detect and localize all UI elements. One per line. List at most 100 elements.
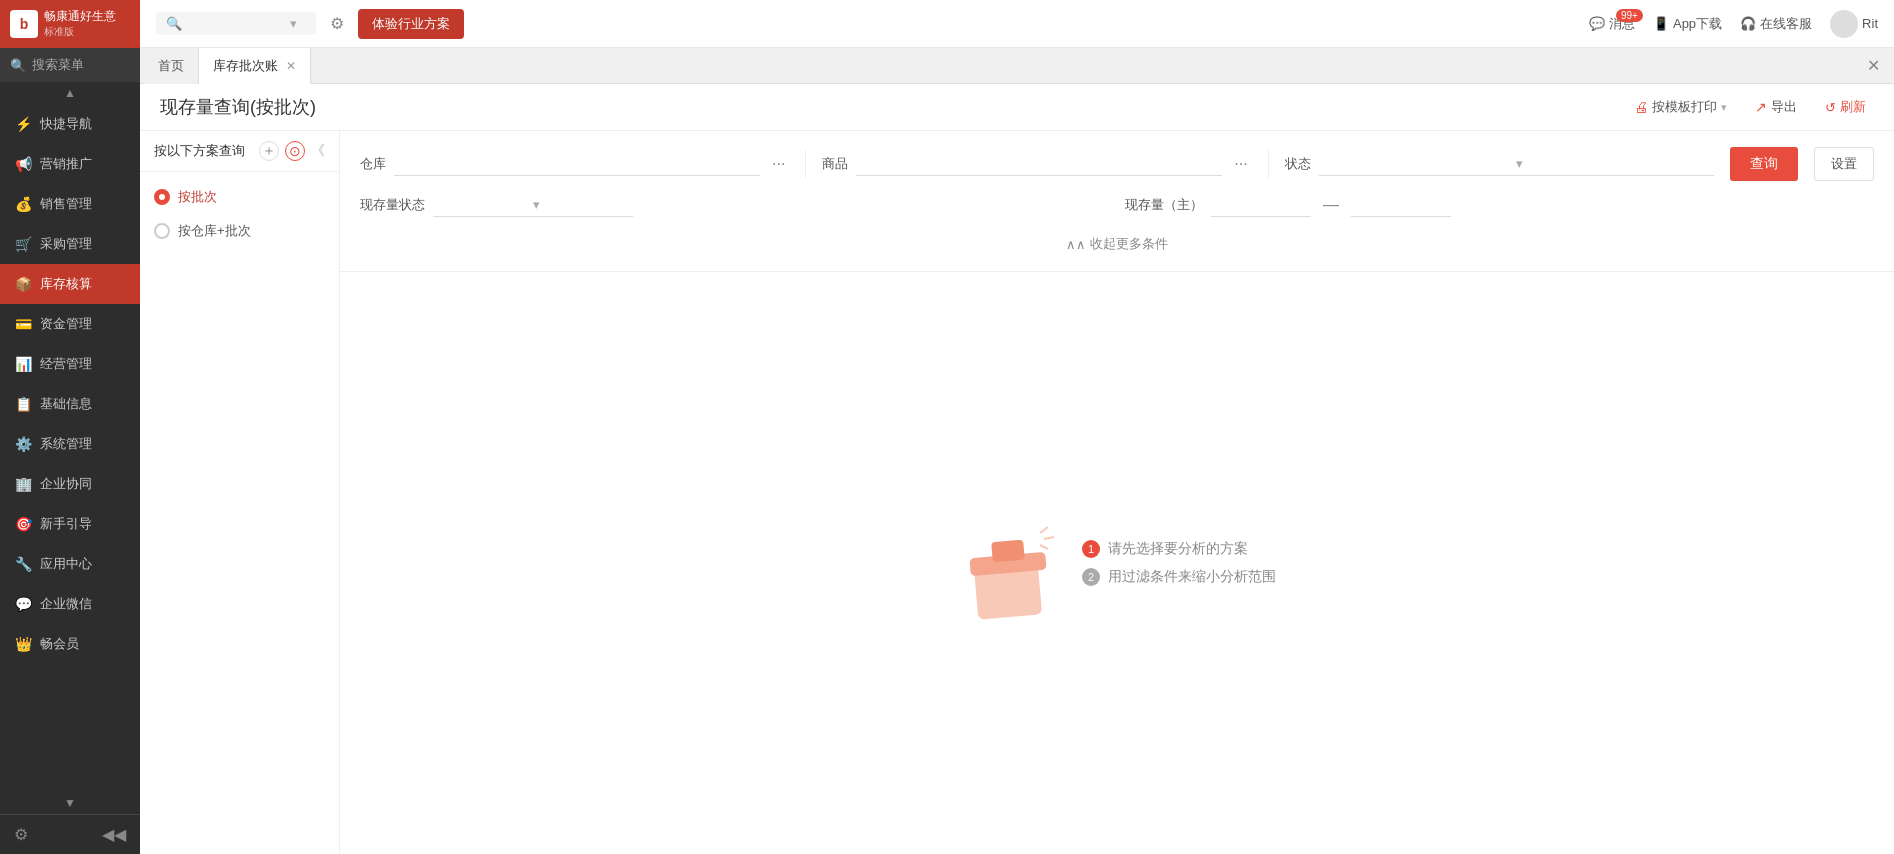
collapse-panel-icon[interactable]: 《 <box>311 142 325 160</box>
sidebar-item-enterprise[interactable]: 🏢 企业协同 <box>0 464 140 504</box>
stock-qty-to[interactable] <box>1351 193 1451 217</box>
sidebar-item-label: 经营管理 <box>40 355 92 373</box>
enterprise-icon: 🏢 <box>14 475 32 493</box>
hint-num-1: 1 <box>1082 540 1100 558</box>
service-button[interactable]: 🎧 在线客服 <box>1740 15 1812 33</box>
topbar-dropdown-icon[interactable]: ▾ <box>290 16 297 31</box>
left-panel-header: 按以下方案查询 ＋ ⊙ 《 <box>140 131 339 172</box>
hint-text-2: 用过滤条件来缩小分析范围 <box>1108 568 1276 586</box>
query-button[interactable]: 查询 <box>1730 147 1798 181</box>
stock-qty-from[interactable] <box>1211 193 1311 217</box>
page-header-actions: 🖨 按模板打印 ▾ ↗ 导出 ↺ 刷新 <box>1626 94 1874 120</box>
filter-area: 仓库 ··· 商品 ··· 状态 <box>340 131 1894 272</box>
warehouse-label: 仓库 <box>360 155 386 173</box>
page-title: 现存量查询(按批次) <box>160 95 316 119</box>
refresh-button[interactable]: ↺ 刷新 <box>1817 94 1874 120</box>
collapse-conditions-button[interactable]: ∧∧ 收起更多条件 <box>360 229 1874 255</box>
topbar: 🔍 ▾ ⚙ 体验行业方案 💬 消息 99+ 📱 App下载 🎧 在线客服 Rit <box>140 0 1894 48</box>
sidebar-item-basic[interactable]: 📋 基础信息 <box>0 384 140 424</box>
settings-icon[interactable]: ⚙ <box>14 825 28 844</box>
member-icon: 👑 <box>14 635 32 653</box>
dropdown-arrow-icon[interactable]: ▾ <box>1721 101 1727 114</box>
sidebar-item-member[interactable]: 👑 畅会员 <box>0 624 140 664</box>
user-menu[interactable]: Rit <box>1830 10 1878 38</box>
svg-line-4 <box>1044 537 1054 539</box>
plan-dot-filled <box>154 189 170 205</box>
left-panel: 按以下方案查询 ＋ ⊙ 《 按批次 <box>140 131 340 854</box>
svg-rect-2 <box>991 540 1025 563</box>
purchase-icon: 🛒 <box>14 235 32 253</box>
refresh-label: 刷新 <box>1840 98 1866 116</box>
wechat-icon: 💬 <box>14 595 32 613</box>
status-dropdown-icon: ▾ <box>1516 156 1708 171</box>
topbar-right: 💬 消息 99+ 📱 App下载 🎧 在线客服 Rit <box>1589 10 1878 38</box>
topbar-search-input[interactable] <box>186 17 286 31</box>
sidebar-item-wechat[interactable]: 💬 企业微信 <box>0 584 140 624</box>
tab-close-icon[interactable]: ✕ <box>286 59 296 73</box>
tab-inventory-batch[interactable]: 库存批次账 ✕ <box>199 48 311 84</box>
quick-nav-icon: ⚡ <box>14 115 32 133</box>
topbar-gear-icon[interactable]: ⚙ <box>326 10 348 37</box>
left-panel-icons: ＋ ⊙ 《 <box>259 141 325 161</box>
page-body: 按以下方案查询 ＋ ⊙ 《 按批次 <box>140 131 1894 854</box>
sidebar-item-system[interactable]: ⚙️ 系统管理 <box>0 424 140 464</box>
sidebar-item-purchase[interactable]: 🛒 采购管理 <box>0 224 140 264</box>
sales-icon: 💰 <box>14 195 32 213</box>
stock-status-label: 现存量状态 <box>360 196 425 214</box>
right-panel: 仓库 ··· 商品 ··· 状态 <box>340 131 1894 854</box>
sidebar-item-label: 库存核算 <box>40 275 92 293</box>
settings-button[interactable]: 设置 <box>1814 147 1874 181</box>
tabs-close-all-button[interactable]: ✕ <box>1857 56 1890 75</box>
sidebar-item-quick-nav[interactable]: ⚡ 快捷导航 <box>0 104 140 144</box>
topbar-search-area[interactable]: 🔍 ▾ <box>156 12 316 35</box>
warehouse-input[interactable] <box>394 152 760 176</box>
system-icon: ⚙️ <box>14 435 32 453</box>
filter-row-1: 仓库 ··· 商品 ··· 状态 <box>360 147 1874 181</box>
sidebar-scroll-up[interactable]: ▲ <box>0 82 140 104</box>
service-label: 在线客服 <box>1760 15 1812 33</box>
sidebar-item-inventory[interactable]: 📦 库存核算 <box>0 264 140 304</box>
sidebar-scroll-down[interactable]: ▼ <box>0 792 140 814</box>
plan-item-batch[interactable]: 按批次 <box>140 180 339 214</box>
appstore-icon: 🔧 <box>14 555 32 573</box>
goods-label: 商品 <box>822 155 848 173</box>
sidebar-item-appstore[interactable]: 🔧 应用中心 <box>0 544 140 584</box>
goods-input[interactable] <box>856 152 1222 176</box>
filter-row-2: 现存量状态 ▾ 现存量（主） — <box>360 193 1874 217</box>
newbie-icon: 🎯 <box>14 515 32 533</box>
export-icon: ↗ <box>1755 99 1767 115</box>
export-button[interactable]: ↗ 导出 <box>1747 94 1805 120</box>
basic-icon: 📋 <box>14 395 32 413</box>
collapse-sidebar-icon[interactable]: ◀◀ <box>102 825 126 844</box>
sidebar-search[interactable]: 🔍 搜索菜单 <box>0 48 140 82</box>
status-select[interactable]: ▾ <box>1319 152 1714 176</box>
stock-status-select[interactable]: ▾ <box>433 193 633 217</box>
sidebar-item-finance[interactable]: 💳 资金管理 <box>0 304 140 344</box>
message-button[interactable]: 💬 消息 99+ <box>1589 15 1635 33</box>
sidebar-item-label: 快捷导航 <box>40 115 92 133</box>
sidebar-item-newbie[interactable]: 🎯 新手引导 <box>0 504 140 544</box>
add-plan-icon[interactable]: ＋ <box>259 141 279 161</box>
warehouse-dots[interactable]: ··· <box>768 155 789 173</box>
sidebar-item-operations[interactable]: 📊 经营管理 <box>0 344 140 384</box>
sidebar-header: b 畅康通好生意 标准版 <box>0 0 140 48</box>
tab-home[interactable]: 首页 <box>144 48 199 84</box>
app-download-button[interactable]: 📱 App下载 <box>1653 15 1722 33</box>
stock-qty-dash: — <box>1319 196 1343 214</box>
sidebar-item-sales[interactable]: 💰 销售管理 <box>0 184 140 224</box>
user-avatar <box>1830 10 1858 38</box>
plan-list: 按批次 按仓库+批次 <box>140 172 339 854</box>
template-print-button[interactable]: 🖨 按模板打印 ▾ <box>1626 94 1735 120</box>
filter-divider-2 <box>1268 150 1269 178</box>
sidebar-item-marketing[interactable]: 📢 营销推广 <box>0 144 140 184</box>
sidebar-logo: b <box>10 10 38 38</box>
settings-plan-icon[interactable]: ⊙ <box>285 141 305 161</box>
sidebar-menu: ⚡ 快捷导航 📢 营销推广 💰 销售管理 🛒 采购管理 📦 库存核算 💳 资金管… <box>0 104 140 792</box>
plan-item-label: 按批次 <box>178 188 217 206</box>
plan-dot-inner <box>159 194 165 200</box>
sidebar-item-label: 资金管理 <box>40 315 92 333</box>
plan-item-warehouse-batch[interactable]: 按仓库+批次 <box>140 214 339 248</box>
trial-button[interactable]: 体验行业方案 <box>358 9 464 39</box>
sidebar-item-label: 应用中心 <box>40 555 92 573</box>
goods-dots[interactable]: ··· <box>1230 155 1251 173</box>
